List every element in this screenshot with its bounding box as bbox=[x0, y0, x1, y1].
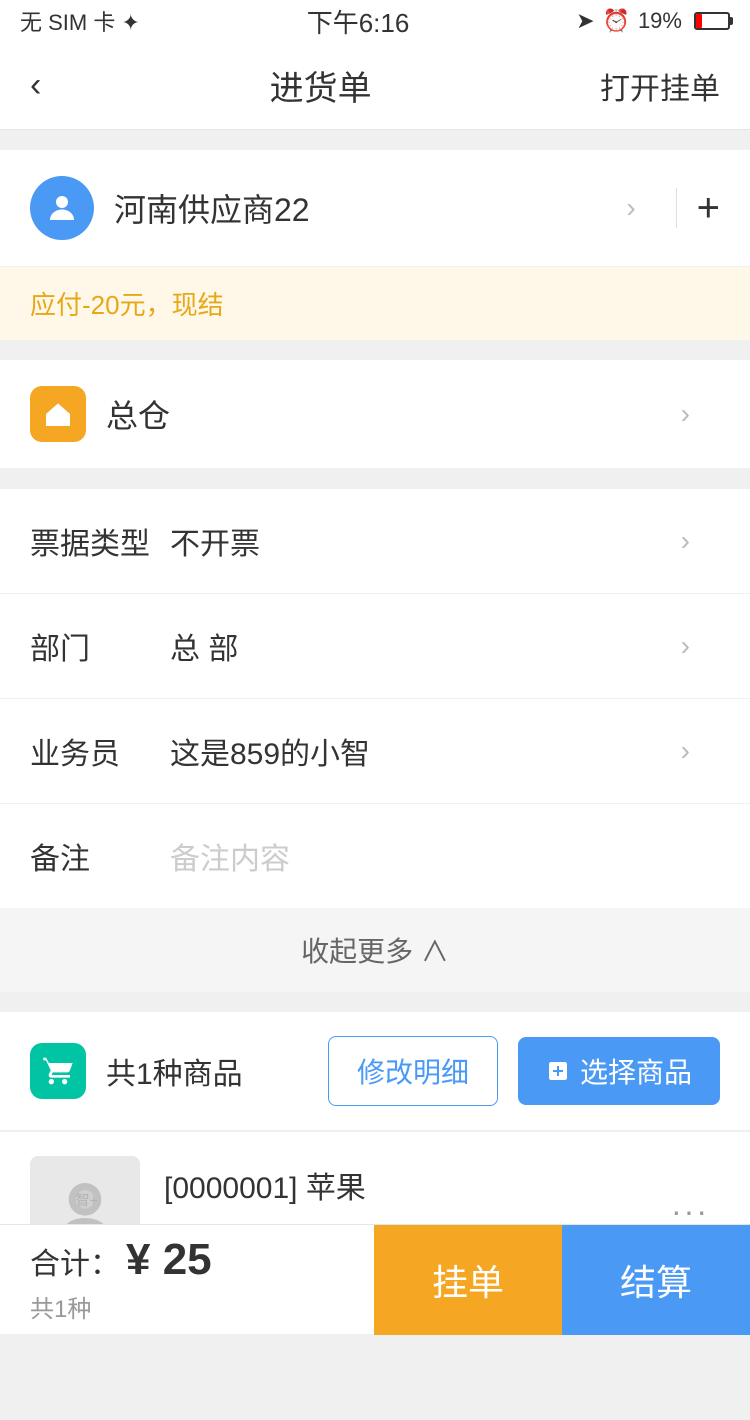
chevron-right-icon: › bbox=[681, 735, 690, 767]
status-signal: 无 SIM 卡 ✦ bbox=[20, 5, 140, 37]
home-icon bbox=[42, 398, 74, 430]
payment-notice: 应付-20元，现结 bbox=[0, 267, 750, 340]
supplier-card: 河南供应商22 › + 应付-20元，现结 bbox=[0, 150, 750, 340]
warehouse-name: 总仓 bbox=[106, 391, 681, 437]
bottom-bar: 合计： ¥ 25 共1种 挂单 结算 bbox=[0, 1224, 750, 1334]
supplier-name: 河南供应商22 bbox=[114, 185, 626, 231]
note-value[interactable]: 备注内容 bbox=[170, 834, 720, 878]
invoice-label: 票据类型 bbox=[30, 519, 170, 563]
products-header: 共1种商品 修改明细 选择商品 bbox=[0, 1012, 750, 1130]
collapse-button[interactable]: 收起更多 ∧ bbox=[0, 908, 750, 992]
settle-button[interactable]: 结算 bbox=[562, 1225, 750, 1335]
hang-button[interactable]: 挂单 bbox=[374, 1225, 562, 1335]
chevron-right-icon: › bbox=[681, 525, 690, 557]
product-title: 苹果 bbox=[306, 1172, 366, 1205]
product-name: [0000001] 苹果 bbox=[164, 1163, 660, 1207]
supplier-avatar bbox=[30, 176, 94, 240]
sales-label: 业务员 bbox=[30, 729, 170, 773]
battery-text: 19% bbox=[638, 8, 682, 34]
dept-value: 总 部 bbox=[170, 624, 681, 668]
warehouse-card: 总仓 › bbox=[0, 360, 750, 468]
edit-detail-button[interactable]: 修改明细 bbox=[328, 1036, 498, 1106]
back-button[interactable]: ‹ bbox=[30, 66, 41, 105]
total-count: 共1种 bbox=[30, 1289, 344, 1324]
open-pending-button[interactable]: 打开挂单 bbox=[600, 64, 720, 108]
supplier-row[interactable]: 河南供应商22 › + bbox=[0, 150, 750, 267]
invoice-value: 不开票 bbox=[170, 519, 681, 563]
add-button[interactable]: + bbox=[697, 186, 720, 231]
settle-label: 结算 bbox=[620, 1254, 692, 1306]
chevron-right-icon: › bbox=[681, 630, 690, 662]
product-count: 共1种商品 bbox=[106, 1049, 308, 1093]
total-amount: ¥ 25 bbox=[126, 1235, 212, 1285]
svg-text:智+: 智+ bbox=[76, 1192, 98, 1208]
warehouse-row[interactable]: 总仓 › bbox=[0, 360, 750, 468]
note-label: 备注 bbox=[30, 834, 170, 878]
location-icon: ➤ bbox=[576, 8, 594, 34]
invoice-row[interactable]: 票据类型 不开票 › bbox=[0, 488, 750, 593]
warehouse-icon bbox=[30, 386, 86, 442]
person-icon bbox=[44, 190, 80, 226]
product-code: [0000001] bbox=[164, 1172, 297, 1205]
status-time: 下午6:16 bbox=[307, 3, 410, 40]
select-product-label: 选择商品 bbox=[580, 1051, 692, 1091]
chevron-right-icon: › bbox=[626, 192, 635, 224]
form-card: 票据类型 不开票 › 部门 总 部 › 业务员 这是859的小智 › 备注 备注… bbox=[0, 488, 750, 992]
product-count-icon bbox=[30, 1043, 86, 1099]
note-row[interactable]: 备注 备注内容 bbox=[0, 803, 750, 908]
total-label: 合计： bbox=[30, 1239, 120, 1283]
nav-bar: ‹ 进货单 打开挂单 bbox=[0, 42, 750, 130]
battery-icon bbox=[694, 12, 730, 30]
select-product-button[interactable]: 选择商品 bbox=[518, 1037, 720, 1105]
sales-value: 这是859的小智 bbox=[170, 729, 681, 773]
sales-row[interactable]: 业务员 这是859的小智 › bbox=[0, 698, 750, 803]
status-bar: 无 SIM 卡 ✦ 下午6:16 ➤ ⏰ 19% bbox=[0, 0, 750, 42]
chevron-right-icon: › bbox=[681, 398, 690, 430]
total-section: 合计： ¥ 25 共1种 bbox=[0, 1235, 374, 1324]
status-battery: ➤ ⏰ 19% bbox=[576, 8, 730, 34]
alarm-icon: ⏰ bbox=[603, 8, 630, 34]
dept-label: 部门 bbox=[30, 624, 170, 668]
cart-icon bbox=[42, 1055, 74, 1087]
collapse-label: 收起更多 ∧ bbox=[301, 930, 449, 970]
divider bbox=[676, 188, 677, 228]
page-title: 进货单 bbox=[270, 61, 372, 110]
dept-row[interactable]: 部门 总 部 › bbox=[0, 593, 750, 698]
select-icon bbox=[546, 1059, 570, 1083]
hang-label: 挂单 bbox=[432, 1254, 504, 1306]
